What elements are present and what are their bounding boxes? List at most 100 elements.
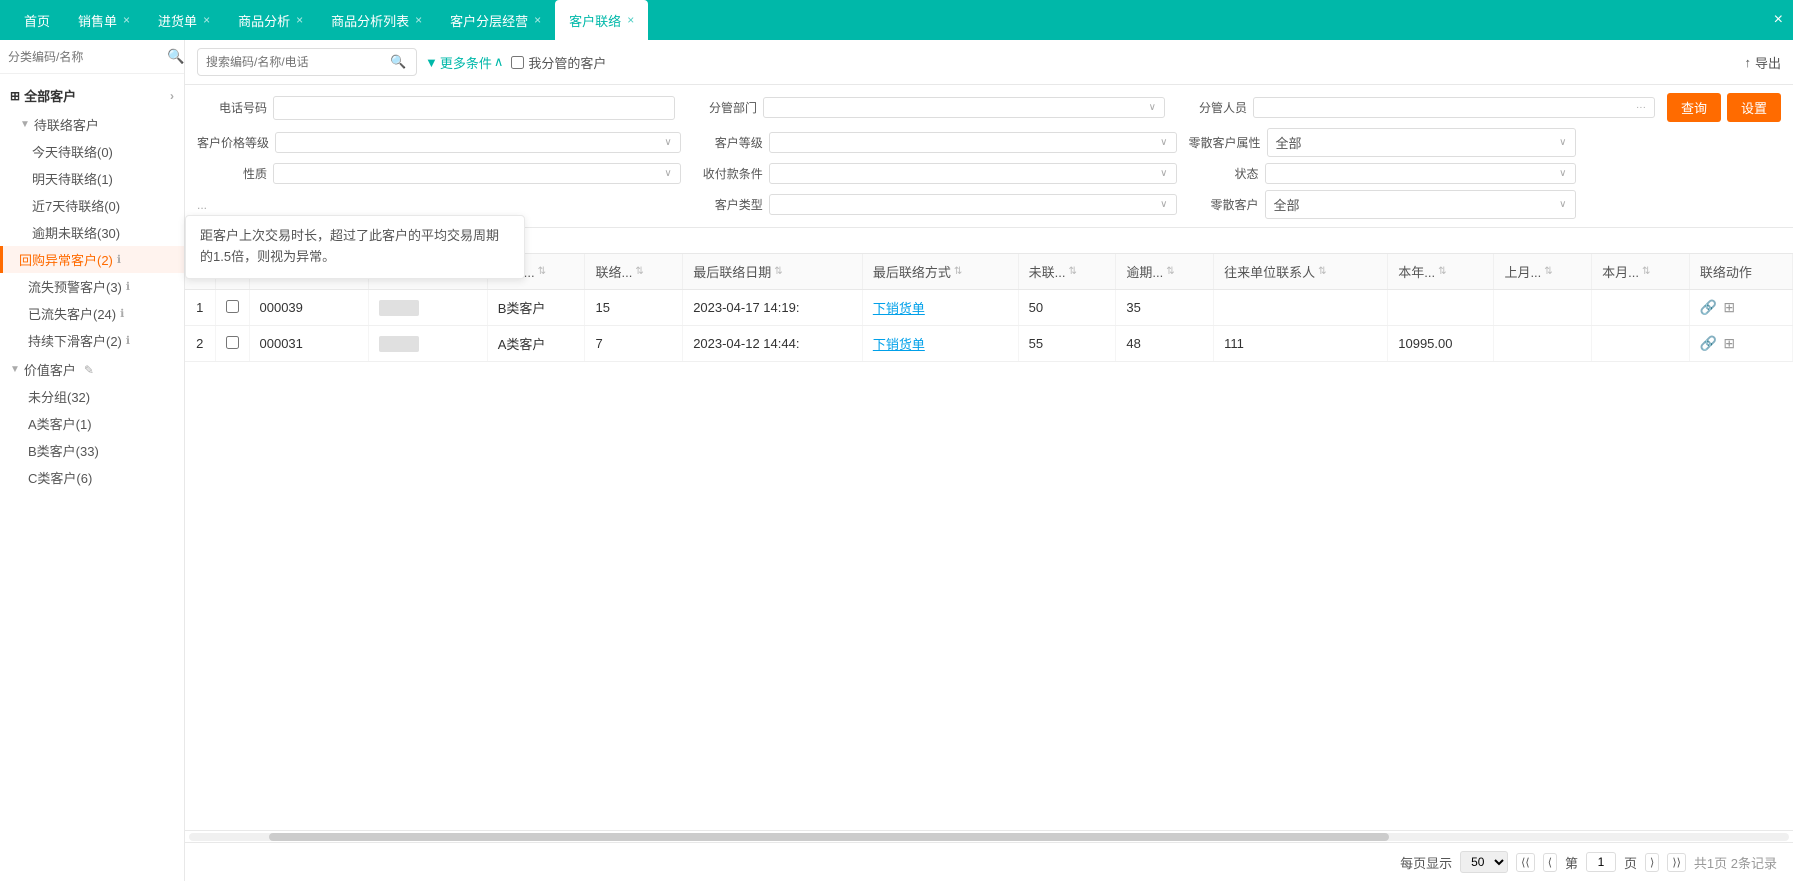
payment-select[interactable]: ∨: [769, 163, 1177, 184]
first-page-btn[interactable]: ⟨⟨: [1516, 853, 1535, 872]
last-page-btn[interactable]: ⟩⟩: [1667, 853, 1686, 872]
filter-panel: 电话号码 分管部门 ∨ 分管人员 ···: [185, 85, 1793, 228]
sidebar-search-input[interactable]: [8, 50, 163, 64]
nav-product-analysis[interactable]: 商品分析 ×: [224, 0, 317, 40]
sort-icon-uncontacted: ⇅: [1068, 266, 1076, 277]
sidebar-item-already-lost[interactable]: 已流失客户(24) ℹ: [0, 300, 184, 327]
gender-select[interactable]: ∨: [273, 163, 681, 184]
sidebar-search-icon[interactable]: 🔍: [167, 48, 184, 65]
row-last-month: [1494, 290, 1592, 326]
customer-type-select[interactable]: ∨: [769, 194, 1177, 215]
dept-select[interactable]: ∨: [763, 97, 1165, 118]
filter-actions: 查询 设置: [1667, 93, 1781, 122]
value-customer-edit-icon[interactable]: ✎: [84, 363, 94, 377]
more-conditions-btn[interactable]: ▼ 更多条件 ∧: [425, 53, 503, 72]
grid-icon: ⊞: [10, 89, 20, 103]
retail-customer-select[interactable]: 全部 ∨: [1265, 190, 1576, 219]
repurchase-info-icon: ℹ: [117, 253, 121, 266]
my-customers-checkbox[interactable]: 我分管的客户: [511, 53, 606, 72]
chevron-up-icon: ∧: [494, 54, 504, 70]
action-link-icon[interactable]: 🔗: [1700, 335, 1717, 352]
sidebar-item-b-class[interactable]: B类客户(33): [0, 437, 184, 464]
window-close-button[interactable]: ×: [1774, 11, 1783, 29]
page-number-input[interactable]: [1586, 852, 1616, 872]
retail-attr-select[interactable]: 全部 ∨: [1267, 128, 1576, 157]
action-grid-icon[interactable]: ⊞: [1723, 335, 1735, 352]
horizontal-scrollbar[interactable]: [189, 833, 1789, 841]
sidebar-collapse-btn[interactable]: ›: [170, 89, 174, 103]
sidebar-item-tomorrow[interactable]: 明天待联络(1): [4, 165, 184, 192]
price-grade-select[interactable]: ∨: [275, 132, 681, 153]
sidebar-item-ungrouped[interactable]: 未分组(32): [0, 383, 184, 410]
action-grid-icon[interactable]: ⊞: [1723, 299, 1735, 316]
close-product-analysis-tab[interactable]: ×: [296, 13, 303, 27]
col-current-year[interactable]: 本年... ⇅: [1388, 254, 1494, 290]
next-page-btn[interactable]: ⟩: [1645, 853, 1659, 872]
customer-type-chevron-icon: ∨: [1160, 199, 1167, 210]
my-customers-check[interactable]: [511, 56, 524, 69]
settings-button[interactable]: 设置: [1727, 93, 1781, 122]
row-checkbox-cell: [215, 290, 249, 326]
sidebar-search-area: 🔍: [0, 40, 184, 74]
col-contact-person[interactable]: 往来单位联系人 ⇅: [1214, 254, 1388, 290]
action-link-icon[interactable]: 🔗: [1700, 299, 1717, 316]
query-button[interactable]: 查询: [1667, 93, 1721, 122]
pending-contact-group-title[interactable]: ▼ 待联络客户: [4, 111, 184, 138]
sidebar-item-a-class[interactable]: A类客户(1): [0, 410, 184, 437]
close-product-analysis-list-tab[interactable]: ×: [415, 13, 422, 27]
col-contact-count[interactable]: 联络... ⇅: [585, 254, 683, 290]
close-customer-layered-tab[interactable]: ×: [534, 13, 541, 27]
nav-home[interactable]: 首页: [10, 0, 64, 40]
col-last-month[interactable]: 上月... ⇅: [1494, 254, 1592, 290]
col-current-month[interactable]: 本月... ⇅: [1592, 254, 1690, 290]
sidebar-item-repurchase-abnormal[interactable]: 回购异常客户(2) ℹ: [0, 246, 184, 273]
col-uncontacted[interactable]: 未联... ⇅: [1018, 254, 1116, 290]
close-customer-contact-tab[interactable]: ×: [627, 13, 634, 27]
customer-grade-select[interactable]: ∨: [769, 132, 1177, 153]
status-select[interactable]: ∨: [1265, 163, 1576, 184]
sort-icon-year: ⇅: [1438, 266, 1446, 277]
dept-chevron-icon: ∨: [1149, 102, 1156, 113]
nav-customer-contact[interactable]: 客户联络 ×: [555, 0, 648, 40]
retail-attr-field: 零散客户属性 全部 ∨: [1189, 128, 1576, 157]
row-checkbox[interactable]: [226, 300, 239, 313]
nav-customer-layered[interactable]: 客户分层经营 ×: [436, 0, 555, 40]
prev-page-btn[interactable]: ⟨: [1543, 853, 1557, 872]
manager-select[interactable]: ···: [1253, 97, 1655, 118]
nav-purchase[interactable]: 进货单 ×: [144, 0, 224, 40]
nav-product-analysis-list[interactable]: 商品分析列表 ×: [317, 0, 436, 40]
contact-method-link[interactable]: 下销货单: [873, 337, 925, 352]
close-sales-tab[interactable]: ×: [123, 13, 130, 27]
row-customer-grade: B类客户: [487, 290, 585, 326]
nav-sales[interactable]: 销售单 ×: [64, 0, 144, 40]
horizontal-scrollbar-thumb[interactable]: [269, 833, 1389, 841]
row-overdue: 48: [1116, 326, 1214, 362]
sidebar-item-today[interactable]: 今天待联络(0): [4, 138, 184, 165]
row-actions: 🔗 ⊞: [1700, 299, 1782, 316]
phone-input[interactable]: [273, 96, 675, 120]
sidebar-item-lost-forecast[interactable]: 流失预警客户(3) ℹ: [0, 273, 184, 300]
sidebar-item-continuous-down[interactable]: 持续下滑客户(2) ℹ: [0, 327, 184, 354]
sidebar-item-c-class[interactable]: C类客户(6): [0, 464, 184, 491]
row-checkbox[interactable]: [226, 336, 239, 349]
col-overdue[interactable]: 逾期... ⇅: [1116, 254, 1214, 290]
row-current-month: [1592, 290, 1690, 326]
row-num: 1: [185, 290, 215, 326]
phone-field: 电话号码: [197, 96, 675, 120]
more-filters-btn[interactable]: ...: [197, 198, 207, 212]
col-last-contact-method[interactable]: 最后联络方式 ⇅: [862, 254, 1018, 290]
row-actions-cell: 🔗 ⊞: [1689, 290, 1792, 326]
main-layout: 🔍 ⊞ 全部客户 › ▼ 待联络客户 今天待联络(0) 明天待联络(1): [0, 40, 1793, 881]
search-input[interactable]: [206, 55, 386, 69]
col-last-contact-date[interactable]: 最后联络日期 ⇅: [683, 254, 863, 290]
per-page-select[interactable]: 50: [1460, 851, 1508, 873]
close-purchase-tab[interactable]: ×: [203, 13, 210, 27]
sort-icon-method: ⇅: [954, 266, 962, 277]
sidebar-item-7days[interactable]: 近7天待联络(0): [4, 192, 184, 219]
sidebar-item-overdue[interactable]: 逾期未联络(30): [4, 219, 184, 246]
export-button[interactable]: ↑ 导出: [1744, 53, 1781, 72]
sidebar-content: ⊞ 全部客户 › ▼ 待联络客户 今天待联络(0) 明天待联络(1) 近7天待联…: [0, 74, 184, 881]
all-customers-title[interactable]: ⊞ 全部客户 ›: [0, 80, 184, 111]
contact-method-link[interactable]: 下销货单: [873, 301, 925, 316]
search-input-icon: 🔍: [390, 54, 406, 70]
